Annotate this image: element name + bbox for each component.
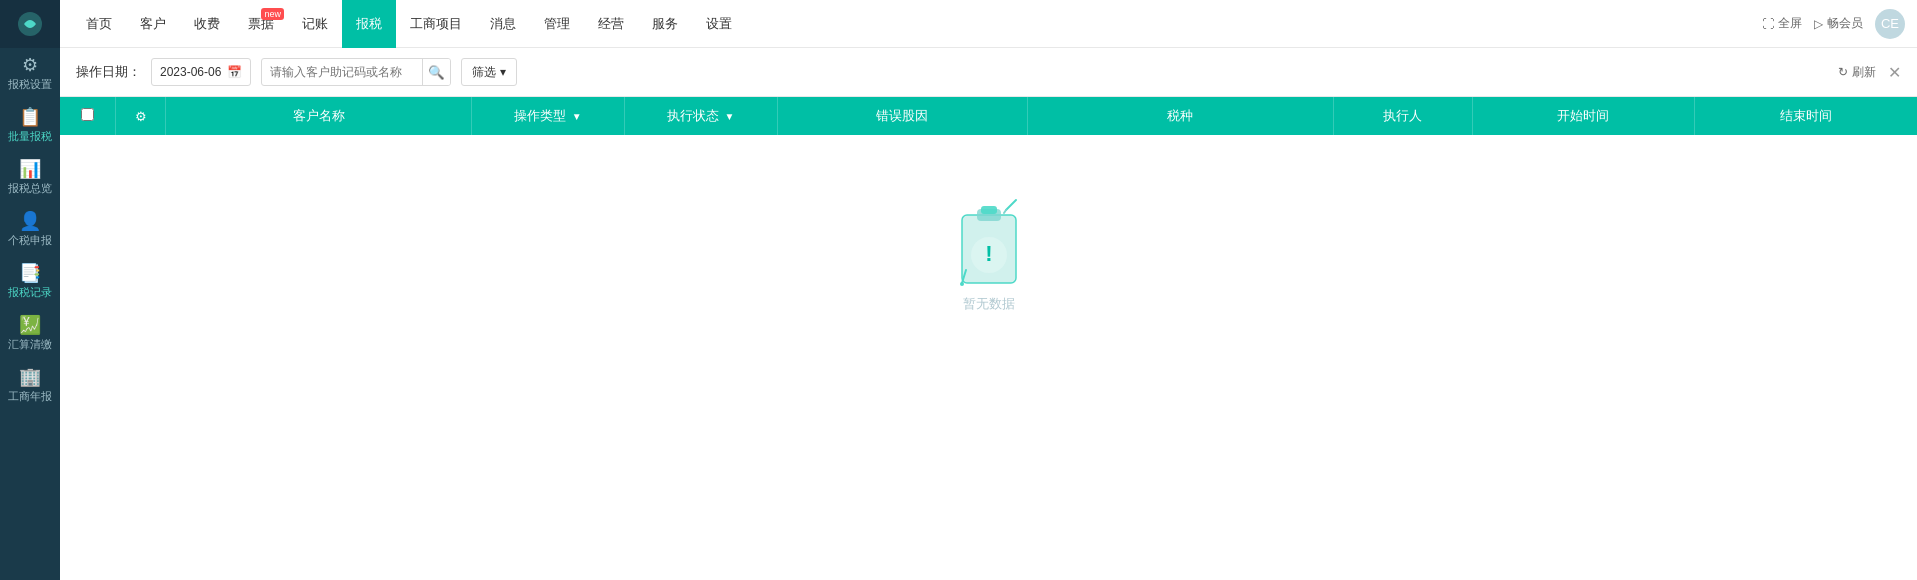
search-button[interactable]: 🔍: [422, 58, 450, 86]
status-filter-icon: ▼: [725, 111, 735, 122]
video-icon: ▷: [1814, 17, 1823, 31]
empty-text: 暂无数据: [963, 295, 1015, 313]
gongshangnianbaoa-icon: 🏢: [19, 368, 41, 386]
date-value: 2023-06-06: [160, 65, 221, 79]
sidebar-item-label: 批量报税: [8, 129, 52, 144]
sidebar: ⚙ 报税设置 📋 批量报税 📊 报税总览 👤 个税申报 📑 报税记录 💹 汇算清…: [0, 0, 60, 580]
nav-item-piaoju[interactable]: 票据 new: [234, 0, 288, 48]
toolbar: 操作日期： 2023-06-06 📅 🔍 筛选 ▾ ↻ 刷新 ✕: [60, 48, 1917, 97]
calendar-icon: 📅: [227, 65, 242, 79]
baoshuijilu-icon: 📑: [19, 264, 41, 282]
svg-point-10: [960, 282, 964, 286]
nav-item-kehu[interactable]: 客户: [126, 0, 180, 48]
svg-text:!: !: [985, 241, 992, 266]
refresh-icon: ↻: [1838, 65, 1848, 79]
toolbar-right: ↻ 刷新 ✕: [1838, 63, 1901, 82]
nav-item-shoufe[interactable]: 收费: [180, 0, 234, 48]
topnav-right: ⛶ 全屏 ▷ 畅会员 CE: [1762, 9, 1905, 39]
svg-line-7: [1006, 200, 1016, 210]
sidebar-item-baoshuizonglan[interactable]: 📊 报税总览: [0, 152, 60, 204]
main-area: 首页 客户 收费 票据 new 记账 报税 工商项目 消息: [60, 0, 1917, 580]
topnav-items: 首页 客户 收费 票据 new 记账 报税 工商项目 消息: [72, 0, 1762, 48]
empty-illustration: !: [944, 195, 1034, 295]
nav-item-shouye[interactable]: 首页: [72, 0, 126, 48]
chevron-down-icon: ▾: [500, 65, 506, 79]
sidebar-item-gongshangnianbaoa[interactable]: 🏢 工商年报: [0, 360, 60, 412]
th-optype[interactable]: 操作类型 ▼: [471, 97, 624, 135]
nav-item-jingying[interactable]: 经营: [584, 0, 638, 48]
new-badge: new: [261, 8, 284, 21]
baoshuishezhi-icon: ⚙: [22, 56, 38, 74]
table-wrapper: ⚙ 客户名称 操作类型 ▼ 执行状态 ▼: [60, 97, 1917, 580]
select-all-checkbox[interactable]: [81, 108, 94, 121]
th-starttime: 开始时间: [1472, 97, 1694, 135]
th-gear[interactable]: ⚙: [116, 97, 166, 135]
content: 操作日期： 2023-06-06 📅 🔍 筛选 ▾ ↻ 刷新 ✕: [60, 48, 1917, 580]
nav-item-fuwu[interactable]: 服务: [638, 0, 692, 48]
refresh-button[interactable]: ↻ 刷新: [1838, 64, 1876, 81]
th-status[interactable]: 执行状态 ▼: [624, 97, 777, 135]
sidebar-logo: [0, 0, 60, 48]
nav-item-shezhi[interactable]: 设置: [692, 0, 746, 48]
close-button[interactable]: ✕: [1888, 63, 1901, 82]
topnav: 首页 客户 收费 票据 new 记账 报税 工商项目 消息: [60, 0, 1917, 48]
date-label: 操作日期：: [76, 63, 141, 81]
sidebar-item-huisuanjiaona[interactable]: 💹 汇算清缴: [0, 308, 60, 360]
sidebar-item-label: 报税记录: [8, 285, 52, 300]
sidebar-item-baoshuijilu[interactable]: 📑 报税记录: [0, 256, 60, 308]
avatar[interactable]: CE: [1875, 9, 1905, 39]
nav-item-guanli[interactable]: 管理: [530, 0, 584, 48]
filter-label: 筛选: [472, 64, 496, 81]
svg-line-8: [1004, 210, 1006, 213]
nav-item-xiaoxi[interactable]: 消息: [476, 0, 530, 48]
nav-item-jizhang[interactable]: 记账: [288, 0, 342, 48]
sidebar-item-label: 个税申报: [8, 233, 52, 248]
gear-icon: ⚙: [135, 109, 147, 124]
sidebar-item-label: 报税总览: [8, 181, 52, 196]
sidebar-item-label: 报税设置: [8, 77, 52, 92]
data-table: ⚙ 客户名称 操作类型 ▼ 执行状态 ▼: [60, 97, 1917, 135]
sidebar-item-geshuishenbao[interactable]: 👤 个税申报: [0, 204, 60, 256]
sidebar-item-baoshuishezhi[interactable]: ⚙ 报税设置: [0, 48, 60, 100]
th-taxtype: 税种: [1027, 97, 1333, 135]
geshuishenbao-icon: 👤: [19, 212, 41, 230]
sidebar-item-label: 汇算清缴: [8, 337, 52, 352]
member-button[interactable]: ▷ 畅会员: [1814, 15, 1863, 32]
nav-item-gongshangxiangmu[interactable]: 工商项目: [396, 0, 476, 48]
search-icon: 🔍: [428, 65, 445, 80]
piliangbaoshui-icon: 📋: [19, 108, 41, 126]
search-box: 🔍: [261, 58, 451, 86]
th-errcode: 错误股因: [777, 97, 1027, 135]
date-picker[interactable]: 2023-06-06 📅: [151, 58, 251, 86]
th-endtime: 结束时间: [1695, 97, 1917, 135]
th-checkbox[interactable]: [60, 97, 116, 135]
nav-item-baoshui[interactable]: 报税: [342, 0, 396, 48]
baoshuizonglan-icon: 📊: [19, 160, 41, 178]
svg-rect-4: [981, 206, 997, 214]
th-name: 客户名称: [166, 97, 472, 135]
sidebar-item-piliangbaoshui[interactable]: 📋 批量报税: [0, 100, 60, 152]
fullscreen-button[interactable]: ⛶ 全屏: [1762, 15, 1802, 32]
fullscreen-icon: ⛶: [1762, 17, 1774, 31]
table-header-row: ⚙ 客户名称 操作类型 ▼ 执行状态 ▼: [60, 97, 1917, 135]
search-input[interactable]: [262, 61, 422, 83]
optype-filter-icon: ▼: [572, 111, 582, 122]
filter-button[interactable]: 筛选 ▾: [461, 58, 517, 86]
empty-state: ! 暂无数据: [60, 135, 1917, 373]
th-executor: 执行人: [1333, 97, 1472, 135]
sidebar-item-label: 工商年报: [8, 389, 52, 404]
huisuanjiaona-icon: 💹: [19, 316, 41, 334]
